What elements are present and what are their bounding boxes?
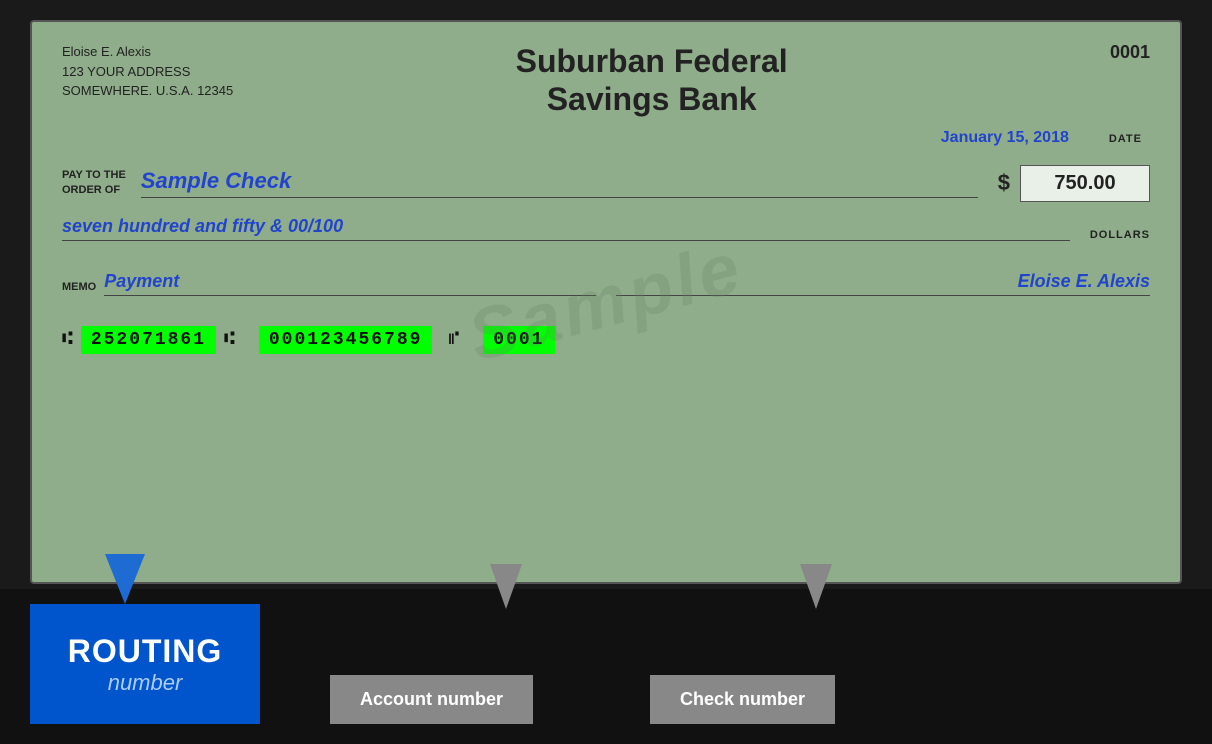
routing-arrow <box>105 554 145 604</box>
pay-to-label: PAY TO THEORDER OF <box>62 168 126 199</box>
account-holder-address1: 123 YOUR ADDRESS <box>62 62 233 82</box>
bank-name: Suburban FederalSavings Bank <box>253 42 1050 119</box>
micr-line: ⑆ 252071861 ⑆ 000123456789 ⑈ 0001 <box>62 326 1150 354</box>
signature-value: Eloise E. Alexis <box>1018 271 1150 291</box>
account-number-arrow <box>490 564 522 609</box>
account-number-highlight: 000123456789 <box>259 326 433 354</box>
date-row: January 15, 2018 DATE <box>62 129 1150 147</box>
memo-sig-row: MEMO Payment Eloise E. Alexis <box>62 271 1150 296</box>
check-number-top: 0001 <box>1070 42 1150 63</box>
check-document: Sample Eloise E. Alexis 123 YOUR ADDRESS… <box>30 20 1182 584</box>
amount-box: 750.00 <box>1020 165 1150 202</box>
check-number-highlight: 0001 <box>483 326 554 354</box>
micr-separator-symbol: ⑈ <box>448 330 459 350</box>
watermark: Sample <box>460 226 752 378</box>
written-amount-line: seven hundred and fifty & 00/100 <box>62 216 1070 241</box>
date-value: January 15, 2018 <box>941 129 1069 147</box>
written-amount-row: seven hundred and fifty & 00/100 DOLLARS <box>62 216 1150 241</box>
micr-open-symbol: ⑆ <box>62 330 73 350</box>
payee-value: Sample Check <box>141 168 291 193</box>
payee-line: Sample Check <box>141 168 978 198</box>
routing-number-highlight: 252071861 <box>81 326 216 354</box>
pay-to-row: PAY TO THEORDER OF Sample Check $ 750.00 <box>62 165 1150 202</box>
routing-badge: ROUTING number <box>30 604 260 724</box>
bottom-section: ROUTING number Account number Check numb… <box>0 589 1212 744</box>
check-header: Eloise E. Alexis 123 YOUR ADDRESS SOMEWH… <box>62 42 1150 119</box>
dollars-label: DOLLARS <box>1090 229 1150 241</box>
date-section: January 15, 2018 DATE <box>941 129 1150 147</box>
memo-line: Payment <box>104 271 596 296</box>
account-holder-info: Eloise E. Alexis 123 YOUR ADDRESS SOMEWH… <box>62 42 233 101</box>
account-holder-name: Eloise E. Alexis <box>62 42 233 62</box>
memo-label: MEMO <box>62 281 96 293</box>
routing-label-top: ROUTING <box>68 633 223 670</box>
account-holder-address2: SOMEWHERE. U.S.A. 12345 <box>62 81 233 101</box>
date-label: DATE <box>1109 133 1142 145</box>
account-number-label-box: Account number <box>330 675 533 724</box>
signature-section: Eloise E. Alexis <box>616 271 1150 296</box>
routing-label-bottom: number <box>108 670 183 696</box>
check-number-arrow <box>800 564 832 609</box>
memo-value: Payment <box>104 271 179 291</box>
dollar-sign: $ <box>998 170 1010 196</box>
signature-line: Eloise E. Alexis <box>616 271 1150 296</box>
check-number-label-box: Check number <box>650 675 835 724</box>
micr-close-symbol: ⑆ <box>224 330 235 350</box>
written-amount-value: seven hundred and fifty & 00/100 <box>62 216 343 236</box>
memo-section: MEMO Payment <box>62 271 596 296</box>
